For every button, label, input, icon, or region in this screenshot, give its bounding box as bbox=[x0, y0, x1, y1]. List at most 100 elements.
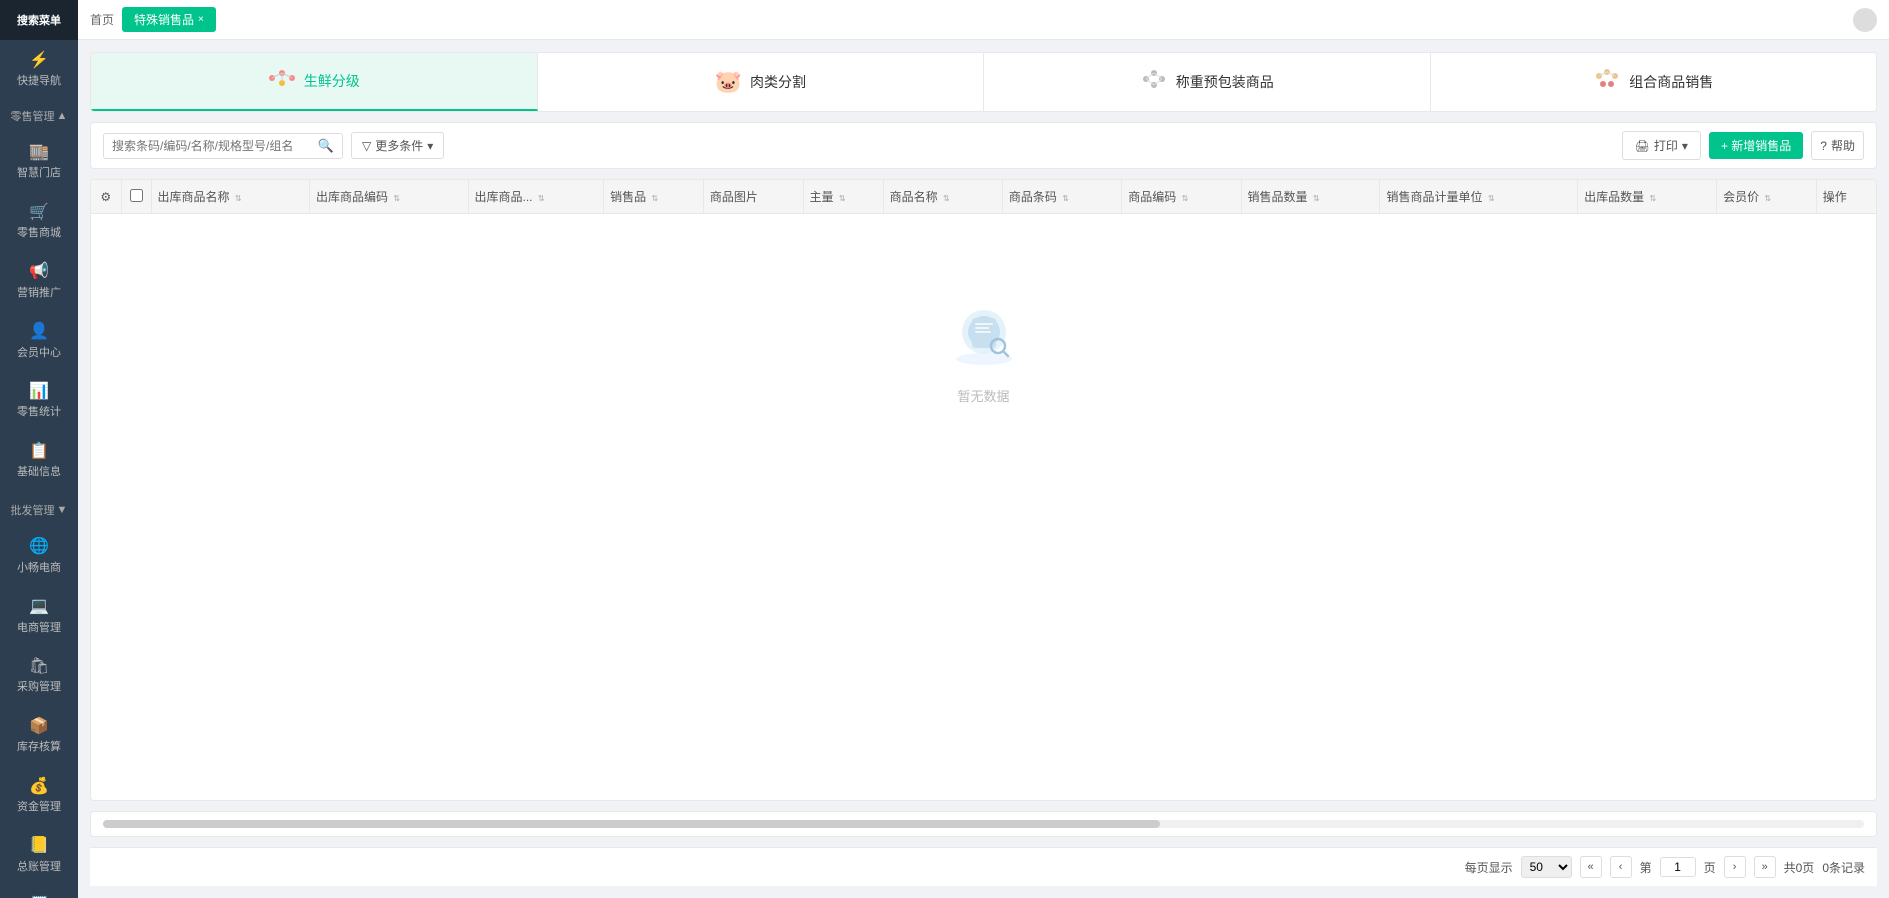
topbar-active-tab[interactable]: 特殊销售品 × bbox=[122, 7, 216, 32]
sidebar-item-retail-mall[interactable]: 🛒 零售商城 bbox=[0, 192, 78, 252]
tab-fresh-grade[interactable]: 生鲜分级 bbox=[91, 53, 538, 111]
active-tab-label: 特殊销售品 bbox=[134, 11, 194, 28]
filter-label: 更多条件 bbox=[375, 137, 423, 154]
print-button[interactable]: 🖨 打印 ▾ bbox=[1622, 131, 1701, 160]
last-page-button[interactable]: » bbox=[1754, 856, 1776, 878]
sidebar-item-ecom-mgmt[interactable]: 💻 电商管理 bbox=[0, 586, 78, 646]
empty-state-row: 暂无数据 bbox=[91, 214, 1876, 486]
topbar-right bbox=[1853, 8, 1877, 32]
th-checkbox[interactable] bbox=[121, 180, 151, 214]
empty-state: 暂无数据 bbox=[91, 214, 1876, 485]
th-out-qty[interactable]: 出库品数量 ⇅ bbox=[1578, 180, 1717, 214]
sidebar-item-inventory[interactable]: 📦 库存核算 bbox=[0, 706, 78, 766]
add-button[interactable]: + 新增销售品 bbox=[1709, 132, 1803, 159]
help-button[interactable]: ? 帮助 bbox=[1811, 131, 1864, 160]
filter-button[interactable]: ▽ 更多条件 ▾ bbox=[351, 132, 444, 159]
table-container: ⚙ 出库商品名称 ⇅ 出库商品编码 ⇅ 出库商品 bbox=[90, 179, 1877, 801]
help-label: 帮助 bbox=[1831, 137, 1855, 154]
th-main-weight[interactable]: 主量 ⇅ bbox=[803, 180, 883, 214]
tab-combo[interactable]: 组合商品销售 bbox=[1431, 53, 1877, 111]
search-input[interactable] bbox=[112, 139, 314, 153]
per-page-select[interactable]: 50 20 100 bbox=[1521, 856, 1572, 878]
pagination-bar: 每页显示 50 20 100 « ‹ 第 页 › » 共0页 0条记录 bbox=[90, 847, 1877, 886]
quick-nav-icon: ⚡ bbox=[4, 50, 74, 72]
retail-mall-icon: 🛒 bbox=[4, 202, 74, 224]
next-page-button[interactable]: › bbox=[1724, 856, 1746, 878]
th-out-goods-spec[interactable]: 出库商品... ⇅ bbox=[468, 180, 604, 214]
search-box[interactable]: 🔍 bbox=[103, 133, 343, 159]
th-goods-image: 商品图片 bbox=[703, 180, 803, 214]
sidebar-item-purchase-mgmt[interactable]: 🛍 采购管理 bbox=[0, 646, 78, 706]
sort-icon-goods-code: ⇅ bbox=[1182, 194, 1189, 203]
prev-page-button[interactable]: ‹ bbox=[1610, 856, 1632, 878]
th-goods-name[interactable]: 商品名称 ⇅ bbox=[883, 180, 1002, 214]
th-out-goods-name[interactable]: 出库商品名称 ⇅ bbox=[151, 180, 310, 214]
th-settings[interactable]: ⚙ bbox=[91, 180, 121, 214]
select-all-checkbox[interactable] bbox=[130, 189, 143, 202]
sidebar-item-general-ledger[interactable]: 📒 总账管理 bbox=[0, 825, 78, 885]
sidebar-item-mini-ecom[interactable]: 🌐 小畅电商 bbox=[0, 526, 78, 586]
sidebar-item-retail-mgmt[interactable]: 零售管理 ▲ bbox=[0, 100, 78, 132]
tab-meat-cut-label: 肉类分割 bbox=[750, 72, 806, 92]
page-number-input[interactable] bbox=[1660, 857, 1696, 877]
sort-icon-sale-qty: ⇅ bbox=[1313, 194, 1320, 203]
category-tabs: 生鲜分级 🐷 肉类分割 bbox=[90, 52, 1877, 112]
meat-cut-icon: 🐷 bbox=[715, 69, 742, 95]
wholesale-mgmt-arrow: ▼ bbox=[57, 504, 68, 516]
sidebar-item-quick-nav[interactable]: ⚡ 快捷导航 bbox=[0, 40, 78, 100]
marketing-icon: 📢 bbox=[4, 261, 74, 283]
th-goods-barcode[interactable]: 商品条码 ⇅ bbox=[1002, 180, 1121, 214]
th-out-goods-code-label: 出库商品编码 bbox=[316, 190, 388, 204]
th-out-goods-code[interactable]: 出库商品编码 ⇅ bbox=[310, 180, 469, 214]
toolbar: 🔍 ▽ 更多条件 ▾ 🖨 打印 ▾ + 新增销售品 ? bbox=[90, 122, 1877, 169]
th-sale-qty[interactable]: 销售品数量 ⇅ bbox=[1241, 180, 1380, 214]
sidebar-item-label: 零售统计 bbox=[17, 406, 61, 418]
sidebar-item-label: 总账管理 bbox=[17, 861, 61, 873]
sidebar-item-retail-stats[interactable]: 📊 零售统计 bbox=[0, 371, 78, 431]
table-body: 暂无数据 bbox=[91, 214, 1876, 486]
sort-icon-member-price: ⇅ bbox=[1764, 194, 1771, 203]
sidebar-item-finance[interactable]: 💰 资金管理 bbox=[0, 766, 78, 826]
topbar: 首页 特殊销售品 × bbox=[78, 0, 1889, 40]
th-sale-unit[interactable]: 销售商品计量单位 ⇅ bbox=[1380, 180, 1578, 214]
tab-weigh-pack[interactable]: 称重预包装商品 bbox=[984, 53, 1431, 111]
th-sale-qty-label: 销售品数量 bbox=[1248, 190, 1308, 204]
sidebar-item-members[interactable]: 👤 会员中心 bbox=[0, 311, 78, 371]
sidebar: 搜索菜单 ⚡ 快捷导航 零售管理 ▲ 🏬 智慧门店 🛒 零售商城 📢 营销推广 … bbox=[0, 0, 78, 898]
empty-state-illustration bbox=[944, 294, 1024, 374]
search-icon[interactable]: 🔍 bbox=[318, 138, 334, 154]
sidebar-item-basic-info[interactable]: 📋 基础信息 bbox=[0, 431, 78, 491]
th-out-goods-spec-label: 出库商品... bbox=[475, 190, 533, 204]
ecom-mgmt-icon: 💻 bbox=[4, 596, 74, 618]
th-goods-code[interactable]: 商品编码 ⇅ bbox=[1122, 180, 1241, 214]
th-action: 操作 bbox=[1816, 180, 1876, 214]
sidebar-item-smart-store[interactable]: 🏬 智慧门店 bbox=[0, 132, 78, 192]
sidebar-logo: 搜索菜单 bbox=[0, 0, 78, 40]
retail-stats-icon: 📊 bbox=[4, 381, 74, 403]
page-unit: 页 bbox=[1704, 859, 1716, 876]
sidebar-item-wholesale-mgmt[interactable]: 批发管理 ▼ bbox=[0, 494, 78, 526]
sidebar-item-invoice[interactable]: 🧾 发票管理 bbox=[0, 885, 78, 898]
sidebar-item-marketing[interactable]: 📢 营销推广 bbox=[0, 251, 78, 311]
th-member-price[interactable]: 会员价 ⇅ bbox=[1717, 180, 1817, 214]
th-sale-goods[interactable]: 销售品 ⇅ bbox=[604, 180, 704, 214]
inventory-icon: 📦 bbox=[4, 716, 74, 738]
wholesale-mgmt-label: 批发管理 bbox=[11, 502, 55, 518]
tab-meat-cut[interactable]: 🐷 肉类分割 bbox=[538, 53, 985, 111]
horizontal-scrollbar[interactable] bbox=[103, 820, 1864, 828]
sidebar-item-label: 智慧门店 bbox=[17, 167, 61, 179]
sidebar-item-label: 零售商城 bbox=[17, 227, 61, 239]
close-tab-icon[interactable]: × bbox=[198, 14, 204, 25]
mini-ecom-icon: 🌐 bbox=[4, 536, 74, 558]
general-ledger-icon: 📒 bbox=[4, 835, 74, 857]
topbar-home[interactable]: 首页 bbox=[90, 11, 114, 28]
toolbar-left: 🔍 ▽ 更多条件 ▾ bbox=[103, 132, 444, 159]
sort-icon-goods-name: ⇅ bbox=[943, 194, 950, 203]
sort-icon-out-goods-spec: ⇅ bbox=[538, 194, 545, 203]
finance-icon: 💰 bbox=[4, 776, 74, 798]
basic-info-icon: 📋 bbox=[4, 441, 74, 463]
data-table: ⚙ 出库商品名称 ⇅ 出库商品编码 ⇅ 出库商品 bbox=[91, 180, 1876, 485]
th-goods-code-label: 商品编码 bbox=[1128, 190, 1176, 204]
first-page-button[interactable]: « bbox=[1580, 856, 1602, 878]
members-icon: 👤 bbox=[4, 321, 74, 343]
